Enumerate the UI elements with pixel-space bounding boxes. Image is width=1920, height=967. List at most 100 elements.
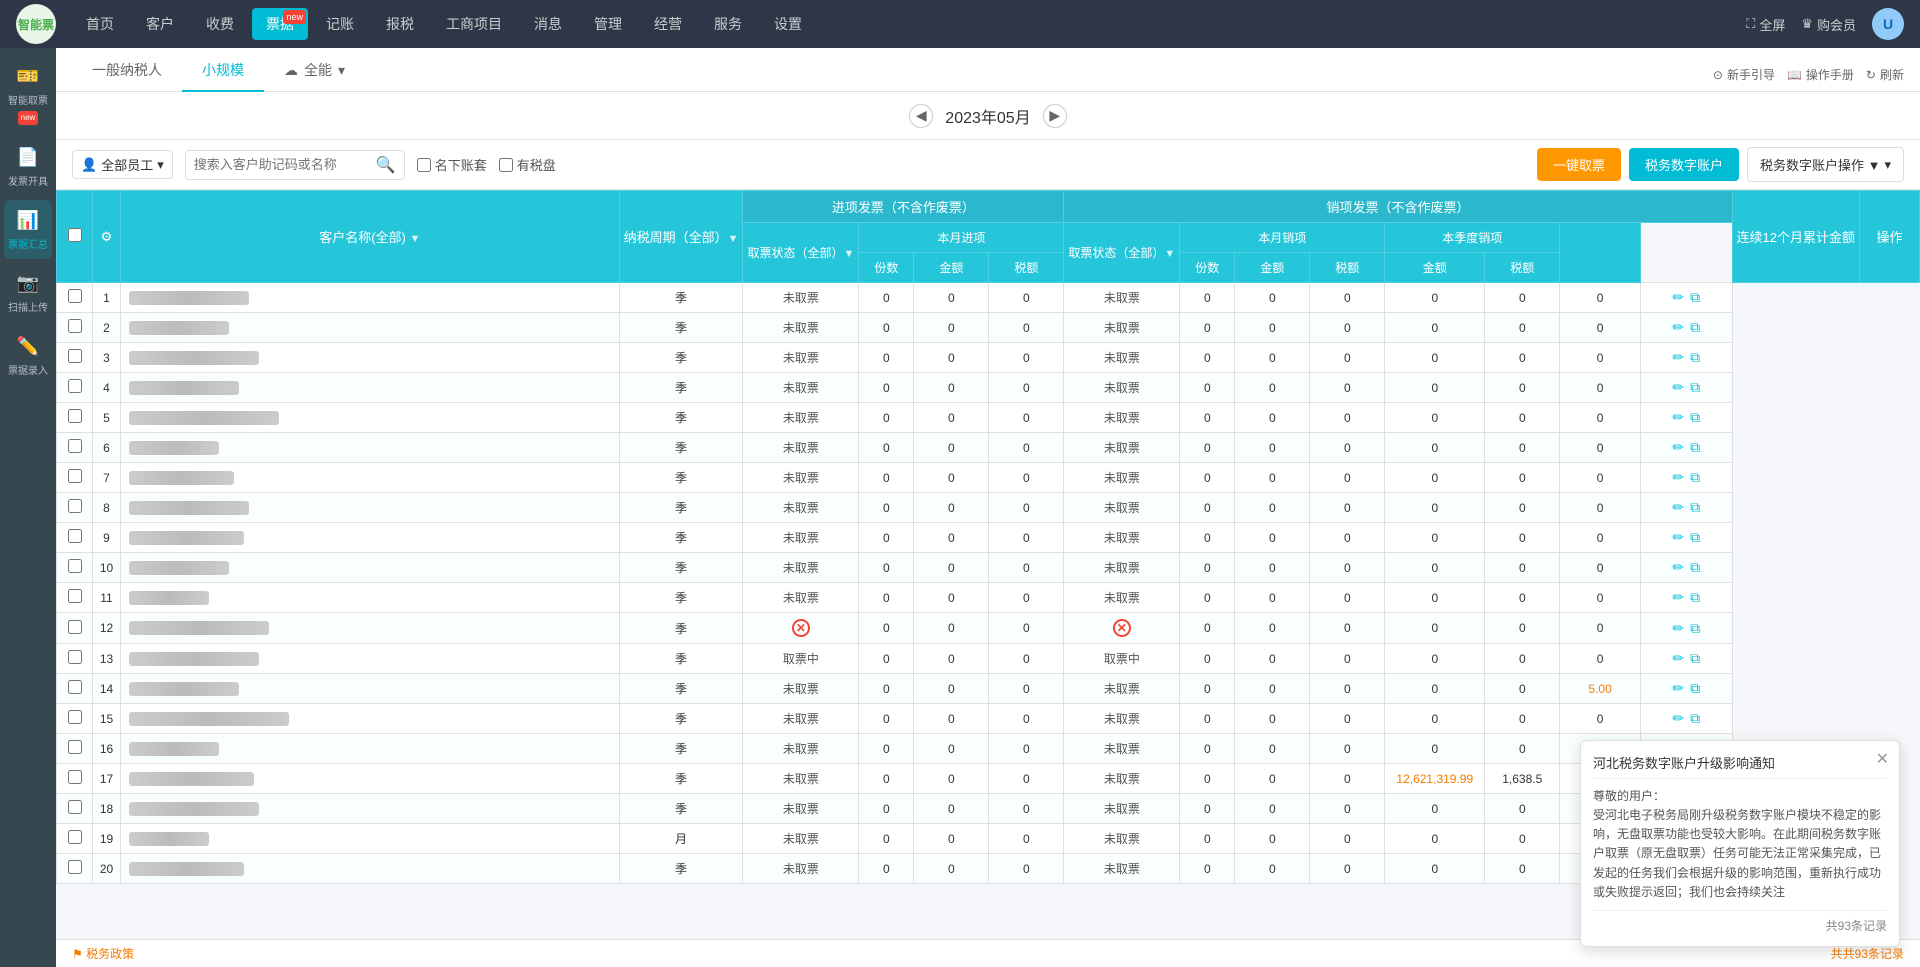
edit-icon[interactable]: ✏ <box>1672 499 1684 516</box>
nav-fee[interactable]: 收费 <box>192 8 248 40</box>
row-select[interactable] <box>68 379 82 393</box>
prev-period-btn[interactable]: ◀ <box>909 104 933 128</box>
copy-icon[interactable]: ⧉ <box>1690 620 1700 637</box>
checkbox-taxdisk-input[interactable] <box>499 158 513 172</box>
row-out-status: 未取票 <box>1064 734 1180 764</box>
row-select[interactable] <box>68 499 82 513</box>
one-key-btn[interactable]: 一键取票 <box>1537 148 1621 181</box>
nav-manage[interactable]: 管理 <box>580 8 636 40</box>
row-period: 季 <box>619 493 743 523</box>
row-select[interactable] <box>68 860 82 874</box>
refresh-btn[interactable]: ↻ 刷新 <box>1866 66 1904 83</box>
row-select[interactable] <box>68 409 82 423</box>
edit-icon[interactable]: ✏ <box>1672 469 1684 486</box>
settings-icon[interactable]: ⚙ <box>101 229 113 244</box>
row-select[interactable] <box>68 469 82 483</box>
copy-icon[interactable]: ⧉ <box>1690 529 1700 546</box>
copy-icon[interactable]: ⧉ <box>1690 710 1700 727</box>
guide-btn[interactable]: ⊙ 新手引导 <box>1713 66 1775 83</box>
manual-btn[interactable]: 📖 操作手册 <box>1787 66 1854 83</box>
tab-all[interactable]: ☁ 全能 ▾ <box>264 50 365 92</box>
row-select[interactable] <box>68 439 82 453</box>
tab-small-scale[interactable]: 小规模 <box>182 50 264 92</box>
select-all-checkbox[interactable] <box>68 228 82 242</box>
popup-close-btn[interactable]: ✕ <box>1876 749 1889 769</box>
edit-icon[interactable]: ✏ <box>1672 529 1684 546</box>
edit-icon[interactable]: ✏ <box>1672 620 1684 637</box>
row-select[interactable] <box>68 650 82 664</box>
tax-policy-link[interactable]: ⚑ 税务政策 <box>72 945 134 962</box>
tax-digital-btn[interactable]: 税务数字账户 <box>1629 148 1739 181</box>
checkbox-taxdisk[interactable]: 有税盘 <box>499 155 556 174</box>
row-select[interactable] <box>68 559 82 573</box>
period-bar: ◀ 2023年05月 ▶ <box>56 92 1920 140</box>
sidebar-item-smart-ticket[interactable]: 🎫 智能取票 new <box>4 56 52 133</box>
member-btn[interactable]: ♛ 购会员 <box>1801 15 1856 34</box>
edit-icon[interactable]: ✏ <box>1672 289 1684 306</box>
nav-business[interactable]: 工商项目 <box>432 8 516 40</box>
row-in-tax: 0 <box>989 373 1064 403</box>
checkbox-account-input[interactable] <box>417 158 431 172</box>
copy-icon[interactable]: ⧉ <box>1690 650 1700 667</box>
edit-icon[interactable]: ✏ <box>1672 650 1684 667</box>
nav-service[interactable]: 服务 <box>700 8 756 40</box>
row-select[interactable] <box>68 680 82 694</box>
copy-icon[interactable]: ⧉ <box>1690 589 1700 606</box>
copy-icon[interactable]: ⧉ <box>1690 409 1700 426</box>
edit-icon[interactable]: ✏ <box>1672 379 1684 396</box>
copy-icon[interactable]: ⧉ <box>1690 379 1700 396</box>
copy-icon[interactable]: ⧉ <box>1690 289 1700 306</box>
row-cumulative12: 0 <box>1560 433 1641 463</box>
sidebar-item-issue[interactable]: 📄 发票开具 <box>4 137 52 196</box>
row-select[interactable] <box>68 710 82 724</box>
row-select[interactable] <box>68 800 82 814</box>
nav-message[interactable]: 消息 <box>520 8 576 40</box>
copy-icon[interactable]: ⧉ <box>1690 559 1700 576</box>
edit-icon[interactable]: ✏ <box>1672 319 1684 336</box>
row-select[interactable] <box>68 289 82 303</box>
copy-icon[interactable]: ⧉ <box>1690 469 1700 486</box>
employee-filter[interactable]: 👤 全部员工 ▾ <box>72 150 173 179</box>
edit-icon[interactable]: ✏ <box>1672 409 1684 426</box>
copy-icon[interactable]: ⧉ <box>1690 439 1700 456</box>
row-select[interactable] <box>68 740 82 754</box>
sidebar-item-summary[interactable]: 📊 票据汇总 <box>4 200 52 259</box>
row-select[interactable] <box>68 319 82 333</box>
edit-icon[interactable]: ✏ <box>1672 680 1684 697</box>
edit-icon[interactable]: ✏ <box>1672 349 1684 366</box>
row-select[interactable] <box>68 830 82 844</box>
row-select[interactable] <box>68 349 82 363</box>
sidebar-item-scan[interactable]: 📷 扫描上传 <box>4 263 52 322</box>
row-select[interactable] <box>68 620 82 634</box>
copy-icon[interactable]: ⧉ <box>1690 319 1700 336</box>
next-period-btn[interactable]: ▶ <box>1043 104 1067 128</box>
nav-tax[interactable]: 报税 <box>372 8 428 40</box>
fullscreen-btn[interactable]: ⛶ 全屏 <box>1746 15 1785 34</box>
row-checkbox <box>57 824 93 854</box>
nav-settings[interactable]: 设置 <box>760 8 816 40</box>
edit-icon[interactable]: ✏ <box>1672 439 1684 456</box>
copy-icon[interactable]: ⧉ <box>1690 680 1700 697</box>
row-qtr-tax: 0 <box>1485 553 1560 583</box>
nav-home[interactable]: 首页 <box>72 8 128 40</box>
nav-operation[interactable]: 经营 <box>640 8 696 40</box>
row-select[interactable] <box>68 529 82 543</box>
copy-icon[interactable]: ⧉ <box>1690 499 1700 516</box>
edit-icon[interactable]: ✏ <box>1672 710 1684 727</box>
user-avatar[interactable]: U <box>1872 8 1904 40</box>
sidebar-item-entry[interactable]: ✏️ 票据录入 <box>4 326 52 385</box>
search-icon[interactable]: 🔍 <box>376 155 396 175</box>
edit-icon[interactable]: ✏ <box>1672 589 1684 606</box>
nav-client[interactable]: 客户 <box>132 8 188 40</box>
checkbox-account[interactable]: 名下账套 <box>417 155 487 174</box>
copy-icon[interactable]: ⧉ <box>1690 349 1700 366</box>
row-select[interactable] <box>68 770 82 784</box>
nav-bookkeeping[interactable]: 记账 <box>312 8 368 40</box>
nav-invoice[interactable]: 票据 new <box>252 8 308 40</box>
search-input[interactable] <box>194 157 376 172</box>
edit-icon[interactable]: ✏ <box>1672 559 1684 576</box>
tax-operation-btn[interactable]: 税务数字账户操作 ▼ ▾ <box>1747 147 1904 182</box>
row-select[interactable] <box>68 589 82 603</box>
tab-general-taxpayer[interactable]: 一般纳税人 <box>72 50 182 92</box>
row-num: 16 <box>93 734 121 764</box>
